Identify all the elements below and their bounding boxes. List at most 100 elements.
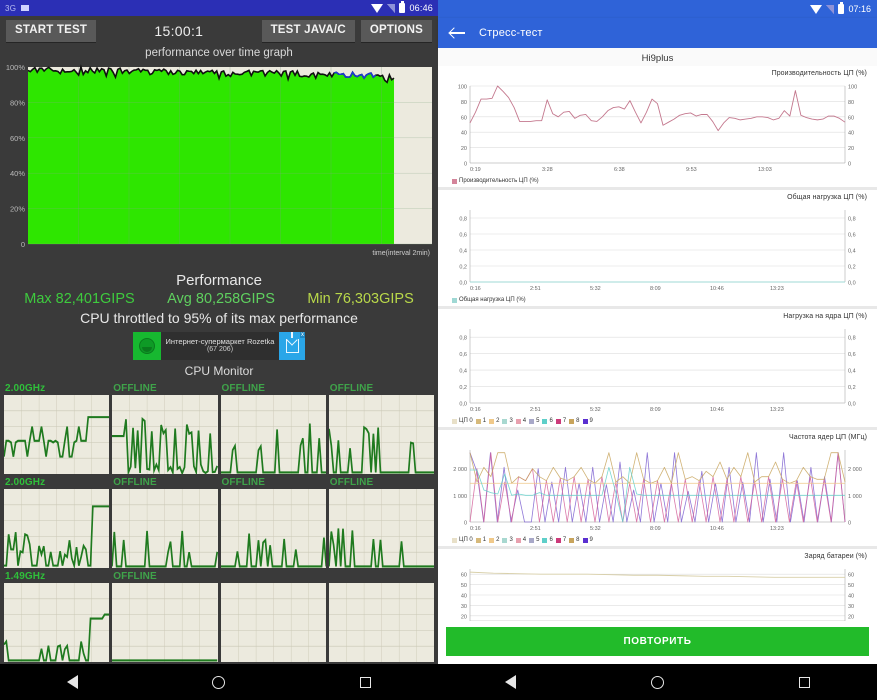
legend-item-3-5: 5 — [529, 537, 539, 543]
home-icon[interactable] — [212, 675, 226, 689]
right-navigation-bar — [438, 664, 877, 700]
svg-text:0,6: 0,6 — [848, 352, 856, 358]
performance-avg: Avg 80,258GIPS — [167, 291, 275, 307]
wifi-icon — [810, 4, 823, 14]
svg-text:2 000: 2 000 — [848, 467, 862, 473]
svg-text:20: 20 — [848, 146, 854, 152]
performance-heading: Performance — [176, 272, 262, 289]
performance-max: Max 82,401GIPS — [24, 291, 135, 307]
legend-label: 1 — [482, 537, 487, 543]
svg-text:40: 40 — [461, 594, 467, 600]
chart-title-1: Общая нагрузка ЦП (%) — [787, 194, 867, 201]
cpu-core-cell-10 — [220, 571, 326, 662]
back-icon[interactable] — [67, 675, 79, 689]
legend-swatch-icon — [542, 537, 548, 543]
chart-legend-3: ЦП 0 1 2 3 4 5 6 7 8 9 — [438, 536, 877, 546]
svg-text:0: 0 — [848, 521, 851, 527]
svg-text:100%: 100% — [6, 63, 26, 72]
options-button[interactable]: OPTIONS — [360, 20, 432, 42]
legend-label: 2 — [496, 418, 500, 424]
chart-card-2: Нагрузка на ядра ЦП (%) 0,0 0,0 0,2 0,2 0,4 0,… — [438, 309, 877, 427]
legend-swatch-icon — [555, 418, 561, 424]
chart-plot-0: 0 0 20 20 40 40 60 60 80 80 100 100 0:19 3:28 6:38 9:53… — [438, 78, 877, 177]
legend-swatch-icon — [489, 537, 495, 543]
svg-text:0,2: 0,2 — [848, 265, 856, 271]
chart-legend-2: ЦП 0 1 2 3 4 5 6 7 8 9 — [438, 417, 877, 427]
legend-label: 8 — [576, 537, 580, 543]
cpu-core-cell-4: 2.00GHz — [4, 477, 110, 568]
svg-text:20: 20 — [461, 146, 467, 152]
legend-label: ЦП 0 — [459, 537, 473, 543]
download-icon[interactable]: x — [279, 332, 305, 360]
performance-graph-svg: 100% 80% 60% 40% 20% 0 time(interval 2min) — [0, 61, 438, 266]
start-test-button[interactable]: START TEST — [6, 20, 97, 42]
svg-text:0:16: 0:16 — [470, 526, 481, 532]
back-arrow-icon[interactable] — [450, 27, 465, 39]
svg-text:0,6: 0,6 — [459, 352, 467, 358]
cpu-core-label-8: 1.49GHz — [5, 571, 46, 582]
legend-item-2-4: 4 — [515, 418, 526, 424]
cpu-core-cell-0: 2.00GHz — [4, 383, 110, 474]
svg-text:60: 60 — [461, 573, 467, 579]
legend-item-3-4: 4 — [515, 537, 526, 543]
svg-text:0,8: 0,8 — [848, 217, 856, 223]
repeat-button[interactable]: ПОВТОРИТЬ — [446, 627, 869, 656]
svg-text:40: 40 — [848, 131, 854, 137]
ad-close-icon[interactable]: x — [300, 332, 305, 338]
performance-graph-title: performance over time graph — [145, 47, 293, 59]
svg-text:20: 20 — [461, 614, 467, 620]
svg-text:0,6: 0,6 — [459, 233, 467, 239]
cpu-core-label-4: 2.00GHz — [5, 477, 46, 488]
legend-label: 9 — [589, 418, 593, 424]
chart-plot-2: 0,0 0,0 0,2 0,2 0,4 0,4 0,6 0,6 0,8 0,8 0:16 2:51 5:… — [438, 321, 877, 417]
signal-icon — [826, 4, 835, 14]
legend-item-3-1: 1 — [475, 537, 487, 543]
recents-icon[interactable] — [798, 676, 810, 688]
legend-swatch-icon — [502, 418, 508, 424]
svg-text:0,4: 0,4 — [459, 249, 467, 255]
cpu-core-plot-4 — [4, 489, 110, 568]
test-java-c-button[interactable]: TEST JAVA/C — [261, 20, 355, 42]
svg-text:0: 0 — [848, 162, 851, 168]
cpu-monitor-grid: 2.00GHz OFFLINE OFFLINE OFFLINE 2.00GHz OFFLI… — [0, 380, 438, 664]
svg-text:0,2: 0,2 — [848, 385, 856, 391]
legend-swatch-icon — [475, 537, 481, 543]
svg-text:60%: 60% — [10, 134, 25, 143]
legend-item-3-2: 2 — [489, 537, 499, 543]
legend-item-2-3: 3 — [502, 418, 513, 424]
legend-swatch-icon — [475, 418, 481, 424]
cpu-core-plot-6 — [220, 489, 326, 568]
test-timer: 15:00:1 — [154, 23, 204, 39]
recents-icon[interactable] — [359, 676, 371, 688]
chart-plot-1: 0,0 0,0 0,2 0,2 0,4 0,4 0,6 0,6 0,8 0,8 0:16 2:51 5:… — [438, 202, 877, 296]
legend-label: 9 — [589, 537, 593, 543]
cpu-core-plot-7 — [328, 489, 434, 568]
legend-swatch-icon — [515, 537, 521, 543]
cpu-core-plot-0 — [4, 395, 110, 474]
svg-text:2:51: 2:51 — [530, 286, 541, 292]
left-navigation-bar — [0, 664, 438, 700]
chart-legend-1: Общая нагрузка ЦП (%) — [438, 296, 877, 306]
svg-text:40: 40 — [848, 594, 854, 600]
svg-text:0: 0 — [21, 240, 25, 249]
cpu-core-cell-5: OFFLINE — [112, 477, 218, 568]
cpu-core-label-1: OFFLINE — [113, 383, 157, 394]
back-icon[interactable] — [505, 675, 517, 689]
legend-swatch-icon — [452, 418, 457, 424]
legend-label: 6 — [549, 418, 553, 424]
svg-text:100: 100 — [848, 85, 857, 91]
signal-icon — [387, 3, 396, 13]
ad-banner[interactable]: Интернет-супермаркет Rozetka (67 206) x — [133, 332, 305, 360]
chart-title-0: Производительность ЦП (%) — [771, 70, 867, 77]
chart-card-0: Производительность ЦП (%) 0 0 20 20 40 40 60 60 8… — [438, 66, 877, 187]
cpu-monitor-title: CPU Monitor — [184, 364, 254, 378]
legend-item-3-7: 7 — [555, 537, 566, 543]
cpu-core-plot-5 — [112, 489, 218, 568]
home-icon[interactable] — [650, 675, 664, 689]
svg-text:50: 50 — [848, 583, 854, 589]
svg-text:0,4: 0,4 — [848, 249, 856, 255]
svg-text:8:09: 8:09 — [650, 286, 661, 292]
cpu-core-cell-9: OFFLINE — [112, 571, 218, 662]
legend-swatch-icon — [489, 418, 495, 424]
svg-text:10:46: 10:46 — [710, 407, 724, 413]
